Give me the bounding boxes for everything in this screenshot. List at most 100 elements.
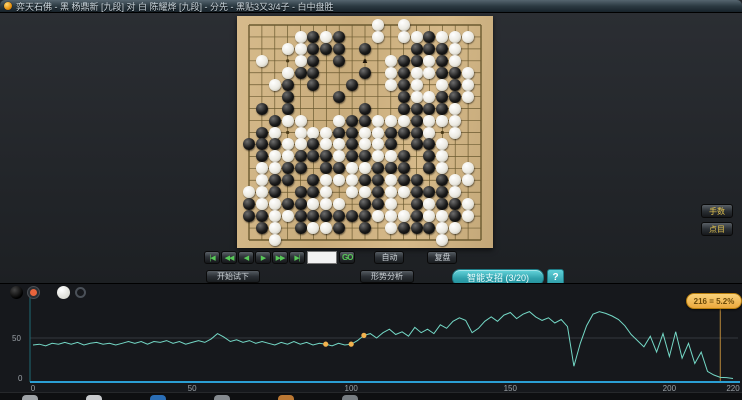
white-stone [359, 126, 371, 139]
white-stone [423, 114, 436, 127]
nav-forward-fast-button[interactable]: ▶▶ [272, 251, 288, 264]
taskbar-icon-1[interactable] [22, 395, 38, 400]
white-stone [281, 42, 294, 55]
white-stone [384, 78, 397, 91]
position-analysis-button[interactable]: 形势分析 [360, 270, 414, 283]
white-stone [384, 66, 397, 79]
white-stone [449, 42, 462, 55]
taskbar-icon-5[interactable] [278, 395, 294, 400]
auto-play-button[interactable]: 自动 [374, 251, 405, 264]
black-stone [397, 66, 410, 79]
taskbar-icon-4[interactable] [214, 395, 230, 400]
go-button[interactable]: GO [339, 251, 356, 264]
white-stone [397, 210, 410, 223]
black-stone [449, 66, 462, 79]
black-stone [397, 90, 410, 103]
black-stone [281, 174, 294, 187]
white-stone [255, 198, 268, 211]
svg-text:50: 50 [12, 334, 21, 343]
white-stone [333, 114, 346, 127]
white-stone [320, 126, 333, 139]
app-icon [4, 2, 12, 10]
title-bar[interactable]: 弈天石佛 - 黑 杨鼎新 [九段] 对 白 陈耀烨 [九段] - 分先 - 黑贴… [0, 0, 742, 13]
svg-text:0: 0 [18, 374, 23, 383]
black-stone [397, 150, 410, 163]
black-stone [255, 126, 268, 139]
white-stone [268, 210, 281, 223]
black-stone [359, 42, 371, 55]
white-stone [397, 186, 410, 199]
winrate-panel: 0 50 100 150 200 220 50 0 216 = 5.2% [0, 283, 742, 393]
white-stone [410, 90, 423, 103]
white-stone [436, 114, 449, 127]
black-stone [333, 90, 346, 103]
black-stone [294, 162, 307, 175]
black-stone [436, 90, 449, 103]
move-numbers-button[interactable]: 手数 [701, 204, 733, 218]
start-trial-button[interactable]: 开始试下 [206, 270, 260, 283]
go-board[interactable]: ▲ [237, 16, 493, 248]
white-perspective-radio[interactable] [75, 287, 86, 298]
black-stone [333, 54, 346, 67]
nav-first-button[interactable]: |◀ [204, 251, 220, 264]
black-stone [281, 78, 294, 91]
black-stone [397, 78, 410, 91]
black-stone [397, 126, 410, 139]
white-stone [449, 102, 462, 115]
white-stone [423, 126, 436, 139]
black-stone [294, 222, 307, 235]
black-stone [255, 222, 268, 235]
taskbar-icon-3[interactable] [150, 395, 166, 400]
app-window: 弈天石佛 - 黑 杨鼎新 [九段] 对 白 陈耀烨 [九段] - 分先 - 黑贴… [0, 0, 742, 400]
white-stone [268, 222, 281, 235]
white-stone-icon [57, 286, 70, 299]
black-stone [281, 198, 294, 211]
black-stone [268, 114, 281, 127]
playback-controls: |◀ ◀◀ ◀ ▶ ▶▶ ▶| GO 自动 复盘 [204, 251, 458, 264]
black-perspective-radio[interactable] [28, 287, 39, 298]
winrate-chart[interactable]: 0 50 100 150 200 220500 [0, 284, 742, 393]
taskbar[interactable] [0, 392, 742, 400]
white-stone [294, 126, 307, 139]
black-stone-icon [10, 286, 23, 299]
white-stone [281, 150, 294, 163]
nav-back-button[interactable]: ◀ [238, 251, 254, 264]
white-stone [449, 126, 462, 139]
nav-last-button[interactable]: ▶| [289, 251, 305, 264]
white-stone [384, 174, 397, 187]
white-stone [384, 54, 397, 67]
white-stone [410, 66, 423, 79]
nav-forward-button[interactable]: ▶ [255, 251, 271, 264]
move-number-input[interactable] [307, 251, 337, 264]
white-stone [268, 78, 281, 91]
black-stone [410, 138, 423, 151]
black-stone [346, 114, 359, 127]
white-stone [371, 114, 384, 127]
count-points-button[interactable]: 点目 [701, 222, 733, 236]
main-panel: ▲ 手数 点目 |◀ ◀◀ ◀ ▶ ▶▶ ▶| GO 自动 复盘 开始试下 形势分析 智能… [0, 13, 742, 286]
white-stone [294, 30, 307, 43]
black-stone [243, 210, 255, 223]
review-button[interactable]: 复盘 [427, 251, 458, 264]
white-stone [462, 78, 475, 91]
black-stone [410, 126, 423, 139]
nav-back-fast-button[interactable]: ◀◀ [221, 251, 237, 264]
white-stone [384, 186, 397, 199]
white-stone [268, 234, 281, 246]
black-stone [268, 186, 281, 199]
white-stone [410, 30, 423, 43]
black-stone [294, 66, 307, 79]
black-stone [281, 90, 294, 103]
last-move-marker: ▲ [361, 55, 369, 65]
black-stone [423, 102, 436, 115]
taskbar-icon-6[interactable] [342, 395, 358, 400]
white-stone [294, 54, 307, 67]
white-stone [462, 66, 475, 79]
winrate-tooltip: 216 = 5.2% [686, 293, 742, 309]
taskbar-icon-2[interactable] [86, 395, 102, 400]
white-stone [281, 66, 294, 79]
black-stone [294, 150, 307, 163]
black-stone [268, 174, 281, 187]
white-stone [384, 222, 397, 235]
black-stone [333, 126, 346, 139]
